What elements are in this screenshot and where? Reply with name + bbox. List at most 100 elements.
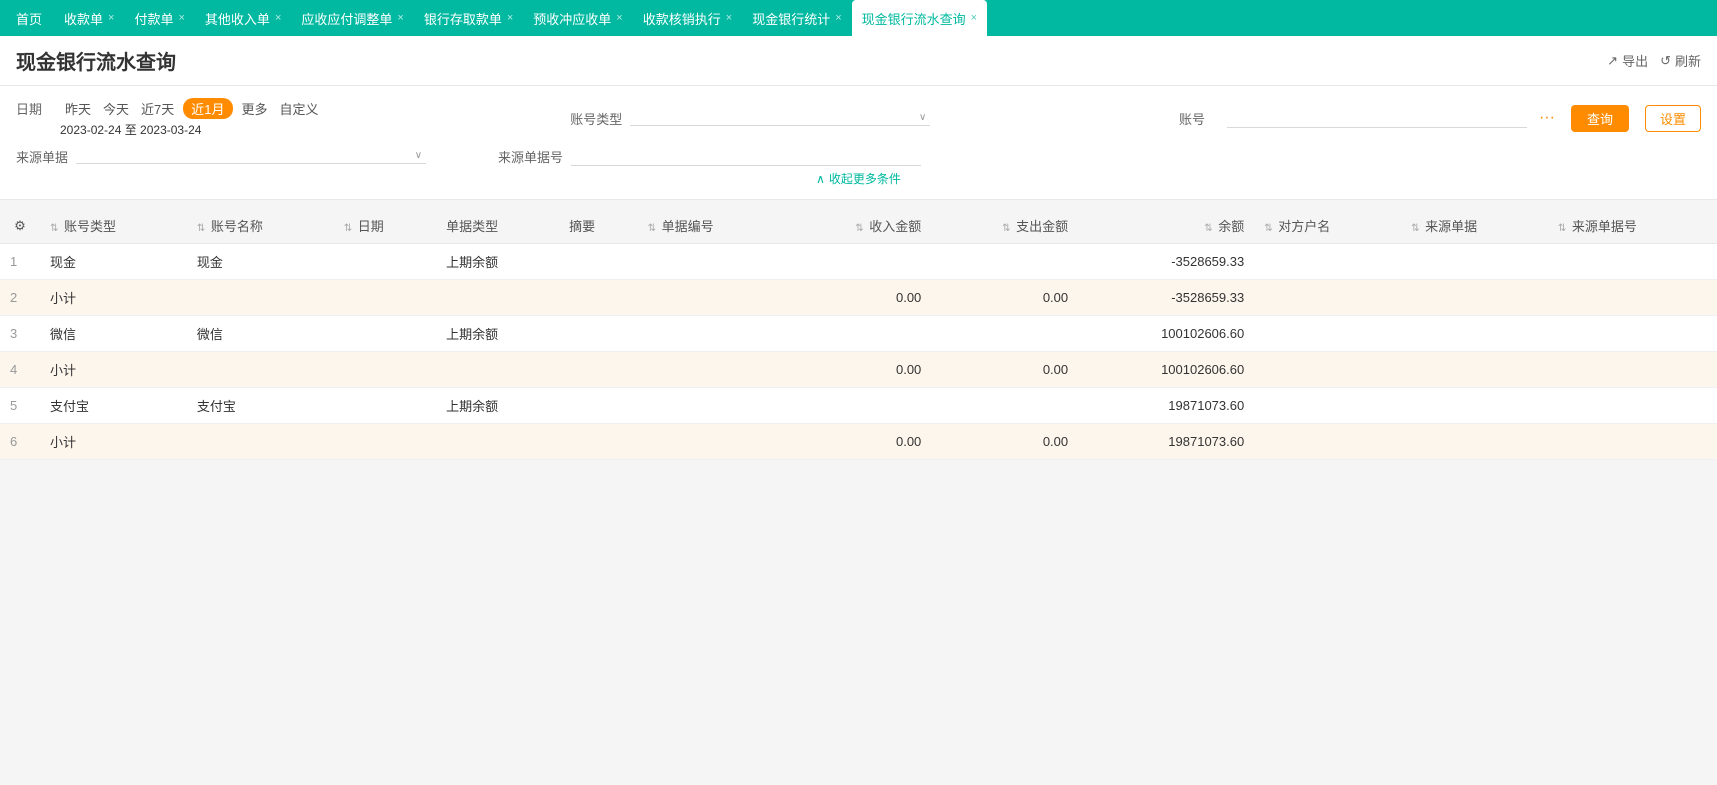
nav-tab-应收应付调整单[interactable]: 应收应付调整单 ×: [291, 0, 413, 36]
close-icon[interactable]: ×: [397, 12, 403, 24]
cell-doc-type: 上期余额: [436, 244, 559, 280]
close-icon[interactable]: ×: [616, 12, 622, 24]
cell-counterpart: [1254, 316, 1401, 352]
shortcut-more[interactable]: 更多: [239, 98, 271, 119]
nav-tab-银行存取款单[interactable]: 银行存取款单 ×: [414, 0, 523, 36]
sort-icon: ⇅: [197, 223, 205, 234]
cell-account-type: 小计: [40, 280, 187, 316]
search-button[interactable]: 查询: [1571, 105, 1629, 132]
col-doc-no[interactable]: ⇅ 单据编号: [638, 208, 785, 244]
close-icon[interactable]: ×: [971, 12, 977, 24]
shortcut-yesterday[interactable]: 昨天: [62, 98, 94, 119]
date-range-display: 2023-02-24 至 2023-03-24: [60, 121, 322, 138]
cell-date: [334, 352, 436, 388]
setting-button[interactable]: 设置: [1645, 105, 1701, 132]
nav-tab-现金银行统计[interactable]: 现金银行统计 ×: [742, 0, 851, 36]
col-gear[interactable]: ⚙: [0, 208, 40, 244]
cell-source-doc: [1401, 244, 1548, 280]
shortcut-7days[interactable]: 近7天: [138, 98, 177, 119]
cell-account-name: 支付宝: [187, 388, 334, 424]
col-account-name[interactable]: ⇅ 账号名称: [187, 208, 334, 244]
sort-icon: ⇅: [1204, 223, 1212, 234]
nav-tab-收款单[interactable]: 收款单 ×: [54, 0, 124, 36]
refresh-button[interactable]: ↺ 刷新: [1660, 51, 1701, 70]
sort-icon: ⇅: [1558, 223, 1566, 234]
shortcut-today[interactable]: 今天: [100, 98, 132, 119]
refresh-icon: ↺: [1660, 53, 1671, 69]
cell-income: 0.00: [784, 424, 931, 460]
close-icon[interactable]: ×: [835, 12, 841, 24]
account-type-label: 账号类型: [570, 109, 622, 128]
sort-icon: ⇅: [1002, 223, 1010, 234]
date-label: 日期: [16, 99, 56, 118]
export-icon: ↗: [1607, 53, 1618, 69]
chevron-down-icon: ∨: [919, 112, 926, 123]
nav-tab-收款核销执行[interactable]: 收款核销执行 ×: [633, 0, 742, 36]
collapse-label: 收起更多条件: [829, 170, 901, 187]
cell-doc-no: [638, 424, 785, 460]
cell-expense: [931, 388, 1078, 424]
source-doc-select[interactable]: ∨: [76, 148, 426, 164]
cell-source-doc-no: [1548, 244, 1717, 280]
col-source-doc[interactable]: ⇅ 来源单据: [1401, 208, 1548, 244]
col-account-type[interactable]: ⇅ 账号类型: [40, 208, 187, 244]
cell-date: [334, 424, 436, 460]
shortcut-custom[interactable]: 自定义: [277, 98, 322, 119]
close-icon[interactable]: ×: [726, 12, 732, 24]
col-date[interactable]: ⇅ 日期: [334, 208, 436, 244]
nav-tab-其他收入单[interactable]: 其他收入单 ×: [195, 0, 291, 36]
cell-source-doc-no: [1548, 352, 1717, 388]
col-expense[interactable]: ⇅ 支出金额: [931, 208, 1078, 244]
col-balance[interactable]: ⇅ 余额: [1078, 208, 1254, 244]
cell-account-name: [187, 280, 334, 316]
cell-income: 0.00: [784, 352, 931, 388]
cell-doc-type: [436, 352, 559, 388]
nav-home[interactable]: 首页: [4, 9, 54, 28]
close-icon[interactable]: ×: [507, 12, 513, 24]
account-input[interactable]: [1227, 108, 1527, 128]
nav-tab-现金银行流水查询[interactable]: 现金银行流水查询 ×: [852, 0, 987, 36]
close-icon[interactable]: ×: [178, 12, 184, 24]
top-nav: 首页 收款单 × 付款单 × 其他收入单 × 应收应付调整单 × 银行存取款单 …: [0, 0, 1717, 36]
cell-account-type: 支付宝: [40, 388, 187, 424]
table-row: 2 小计 0.00 0.00 -3528659.33: [0, 280, 1717, 316]
cell-doc-type: [436, 424, 559, 460]
row-index: 2: [0, 280, 40, 316]
collapse-bar[interactable]: ∧ 收起更多条件: [16, 170, 1701, 187]
cell-summary: [559, 316, 638, 352]
cell-expense: [931, 244, 1078, 280]
chevron-up-icon: ∧: [816, 172, 825, 186]
table-row: 3 微信 微信 上期余额 100102606.60: [0, 316, 1717, 352]
col-counterpart[interactable]: ⇅ 对方户名: [1254, 208, 1401, 244]
shortcut-1month[interactable]: 近1月: [183, 98, 232, 119]
export-button[interactable]: ↗ 导出: [1607, 51, 1648, 70]
cell-summary: [559, 388, 638, 424]
chevron-down-icon: ∨: [415, 150, 422, 161]
row-index: 4: [0, 352, 40, 388]
cell-expense: [931, 316, 1078, 352]
cell-source-doc: [1401, 316, 1548, 352]
col-income[interactable]: ⇅ 收入金额: [784, 208, 931, 244]
nav-tab-预收冲应收单[interactable]: 预收冲应收单 ×: [523, 0, 632, 36]
row-index: 6: [0, 424, 40, 460]
cell-balance: 19871073.60: [1078, 424, 1254, 460]
account-type-select[interactable]: ∨: [630, 110, 930, 126]
cell-account-name: 微信: [187, 316, 334, 352]
cell-summary: [559, 280, 638, 316]
sort-icon: ⇅: [1264, 223, 1272, 234]
cell-source-doc: [1401, 388, 1548, 424]
cell-doc-no: [638, 244, 785, 280]
close-icon[interactable]: ×: [275, 12, 281, 24]
date-filter-group: 日期 昨天 今天 近7天 近1月 更多 自定义 2023-02-24 至 202…: [16, 98, 322, 138]
cell-income: [784, 316, 931, 352]
cell-date: [334, 244, 436, 280]
close-icon[interactable]: ×: [108, 12, 114, 24]
data-table: ⚙ ⇅ 账号类型 ⇅ 账号名称 ⇅ 日期 单据类型 摘要: [0, 208, 1717, 460]
nav-tab-付款单[interactable]: 付款单 ×: [124, 0, 194, 36]
cell-source-doc: [1401, 424, 1548, 460]
table-container: ⚙ ⇅ 账号类型 ⇅ 账号名称 ⇅ 日期 单据类型 摘要: [0, 208, 1717, 460]
cell-source-doc: [1401, 352, 1548, 388]
source-doc-no-input[interactable]: [571, 146, 921, 166]
ellipsis-button[interactable]: ···: [1539, 109, 1555, 127]
col-source-doc-no[interactable]: ⇅ 来源单据号: [1548, 208, 1717, 244]
